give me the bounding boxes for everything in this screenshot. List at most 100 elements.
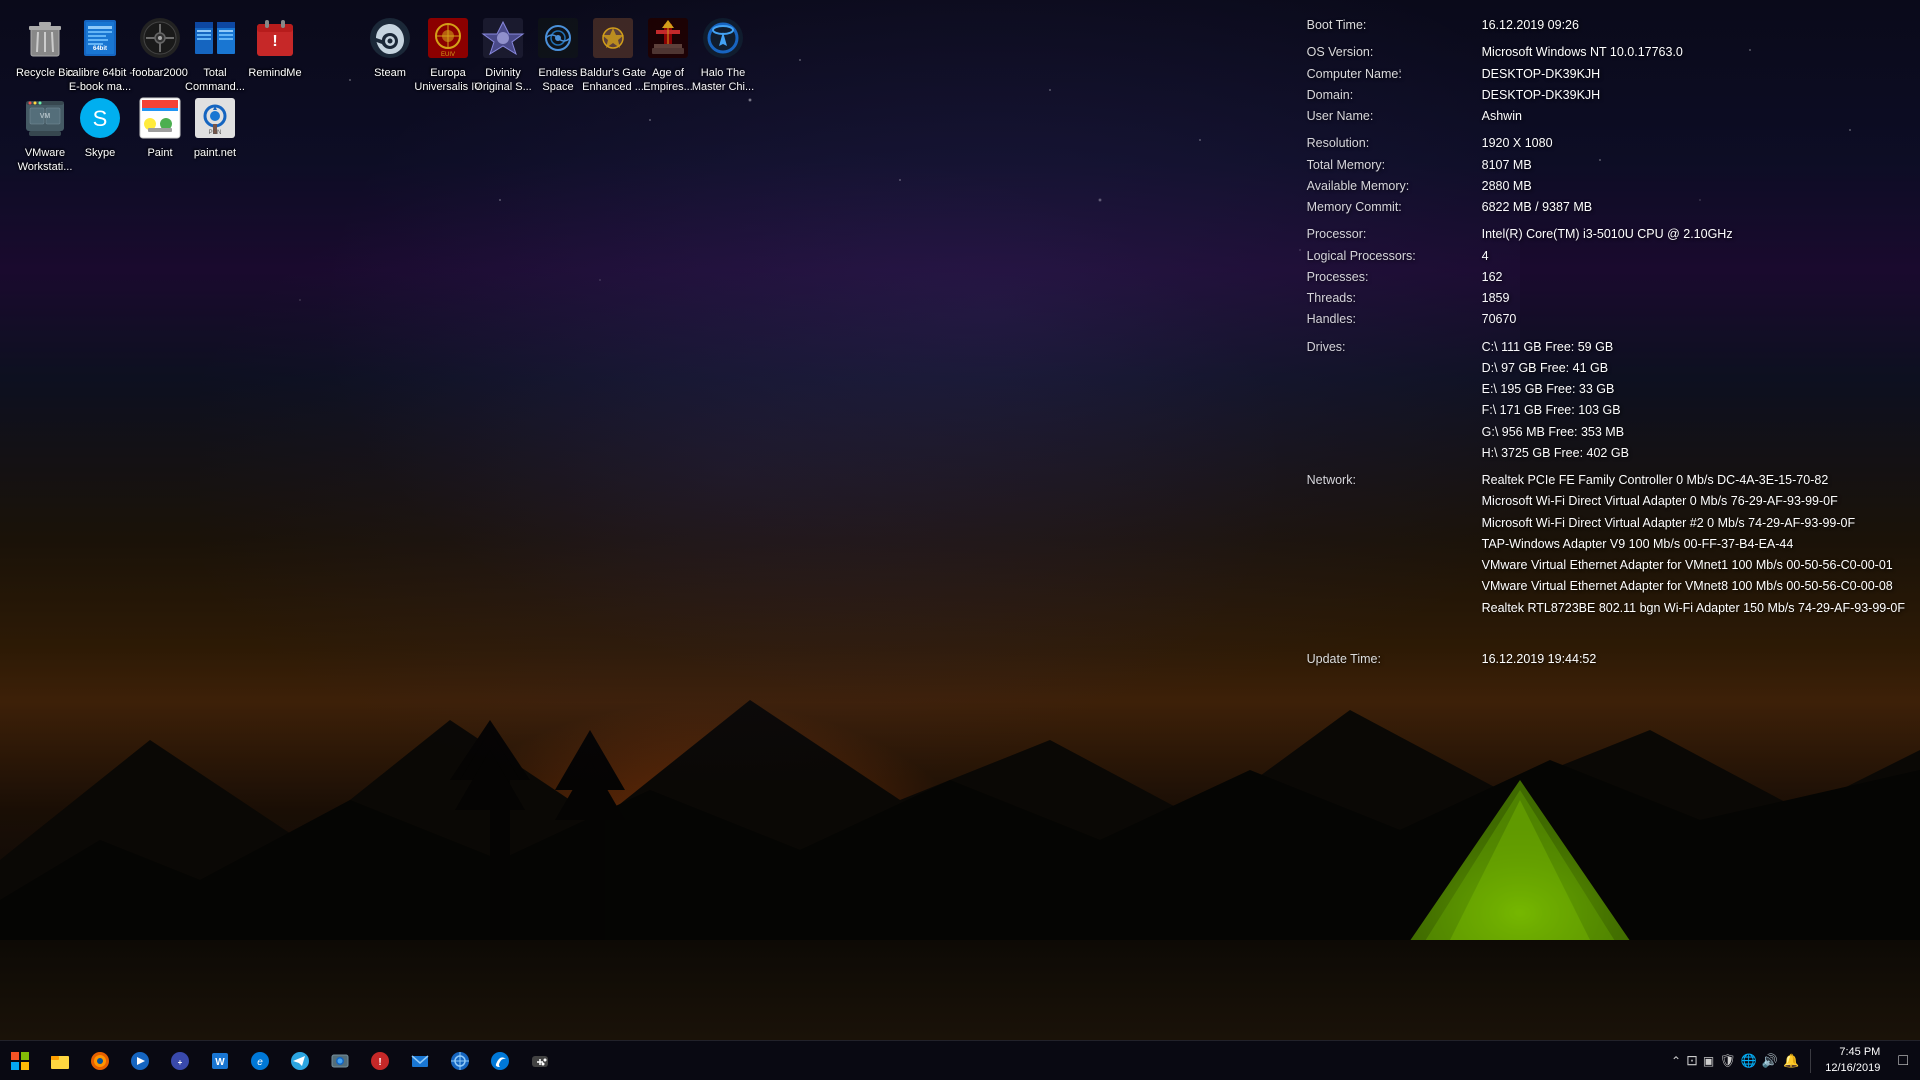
taskbar-game[interactable] [520,1041,560,1080]
taskbar-edge[interactable]: e [240,1041,280,1080]
svg-text:PDN: PDN [209,130,222,136]
net-adapter-4: VMware Virtual Ethernet Adapter for VMne… [1482,555,1905,576]
net-adapter-3: TAP-Windows Adapter V9 100 Mb/s 00-FF-37… [1482,534,1905,555]
taskbar: + W e [0,1040,1920,1080]
tray-security-icon[interactable]: 🛡 [1719,1053,1736,1069]
network-values: Realtek PCIe FE Family Controller 0 Mb/s… [1482,470,1905,619]
taskbar-app4[interactable]: + [160,1041,200,1080]
taskbar-word[interactable]: W [200,1041,240,1080]
remindme-icon: ! [251,14,299,62]
drive-d: D:\ 97 GB Free: 41 GB [1482,358,1629,379]
computer-name-val: DESKTOP-DK39KJH [1482,64,1601,85]
sysinfo-update: Update Time: 16.12.2019 19:44:52 [1307,649,1905,670]
halo-icon-item[interactable]: Halo The Master Chi... [683,10,763,99]
taskbar-firefox[interactable] [80,1041,120,1080]
drive-c: C:\ 111 GB Free: 59 GB [1482,337,1629,358]
net-adapter-0: Realtek PCIe FE Family Controller 0 Mb/s… [1482,470,1905,491]
start-button[interactable] [0,1041,40,1080]
steam-icon [366,14,414,62]
logical-proc-val: 4 [1482,246,1489,267]
drive-h: H:\ 3725 GB Free: 402 GB [1482,443,1629,464]
net-adapter-1: Microsoft Wi-Fi Direct Virtual Adapter 0… [1482,491,1905,512]
logical-proc-key: Logical Processors: [1307,246,1482,267]
taskbar-clock[interactable]: 7:45 PM 12/16/2019 [1817,1045,1888,1076]
user-name-key: User Name: [1307,106,1482,127]
taskbar-file-explorer[interactable] [40,1041,80,1080]
tray-vm-icon[interactable]: ▣ [1703,1054,1714,1068]
network-key: Network: [1307,470,1482,491]
tray-icons: ⌃ ⊡ ▣ 🛡 🌐 🔊 🔔 [1666,1052,1804,1069]
drive-f: F:\ 171 GB Free: 103 GB [1482,400,1629,421]
handles-key: Handles: [1307,309,1482,330]
halo-label: Halo The Master Chi... [687,66,759,95]
os-version-val: Microsoft Windows NT 10.0.17763.0 [1482,42,1683,63]
tent-silhouette [1370,770,1670,990]
horizon-glow [400,700,1000,900]
processes-val: 162 [1482,267,1503,288]
svg-text:!: ! [272,33,277,50]
drive-g: G:\ 956 MB Free: 353 MB [1482,422,1629,443]
calibre-icon: 64bit [76,14,124,62]
sysinfo-cpu: Processor: Intel(R) Core(TM) i3-5010U CP… [1307,224,1905,330]
update-time-key: Update Time: [1307,649,1482,670]
boot-time-key: Boot Time: [1307,15,1482,36]
svg-text:e: e [257,1057,263,1068]
clock-date: 12/16/2019 [1825,1061,1880,1076]
svg-text:W: W [215,1057,225,1068]
threads-key: Threads: [1307,288,1482,309]
sysinfo-drives: Drives: C:\ 111 GB Free: 59 GB D:\ 97 GB… [1307,337,1905,465]
user-name-val: Ashwin [1482,106,1522,127]
computer-name-key: Computer Name: [1307,64,1482,85]
handles-val: 70670 [1482,309,1517,330]
skype-icon: S [76,94,124,142]
taskbar-screenshot[interactable] [320,1041,360,1080]
net-adapter-5: VMware Virtual Ethernet Adapter for VMne… [1482,576,1905,597]
processor-val: Intel(R) Core(TM) i3-5010U CPU @ 2.10GHz [1482,224,1733,245]
taskbar-media[interactable] [120,1041,160,1080]
tray-notification-icon[interactable]: 🔔 [1783,1053,1799,1069]
taskbar-pinned-apps: + W e [40,1041,560,1080]
paintnet-icon: PDN [191,94,239,142]
sysinfo-os: OS Version: Microsoft Windows NT 10.0.17… [1307,42,1905,127]
tray-divider [1810,1049,1811,1073]
net-adapter-2: Microsoft Wi-Fi Direct Virtual Adapter #… [1482,513,1905,534]
svg-text:!: ! [378,1057,381,1068]
taskbar-browser2[interactable] [440,1041,480,1080]
taskbar-antivirus[interactable]: ! [360,1041,400,1080]
mem-commit-key: Memory Commit: [1307,197,1482,218]
clock-time: 7:45 PM [1825,1045,1880,1060]
svg-text:+: + [178,1058,183,1067]
taskbar-email[interactable] [400,1041,440,1080]
drive-e: E:\ 195 GB Free: 33 GB [1482,379,1629,400]
avail-memory-val: 2880 MB [1482,176,1532,197]
total-memory-val: 8107 MB [1482,155,1532,176]
taskbar-telegram[interactable] [280,1041,320,1080]
svg-text:64bit: 64bit [93,46,107,52]
tray-volume-icon[interactable]: 🔊 [1762,1053,1778,1069]
boot-time-val: 16.12.2019 09:26 [1482,15,1579,36]
threads-val: 1859 [1482,288,1510,309]
paint-label: Paint [147,146,172,160]
sysinfo-network: Network: Realtek PCIe FE Family Controll… [1307,470,1905,619]
sysinfo-hw: Resolution: 1920 X 1080 Total Memory: 81… [1307,133,1905,218]
tray-taskview-icon[interactable]: ⊡ [1686,1052,1698,1069]
desktop: Recycle Bin 64bit calibre 64bit - E-book… [0,0,1920,1080]
remindme-label: RemindMe [248,66,301,80]
domain-val: DESKTOP-DK39KJH [1482,85,1601,106]
tray-expand-icon[interactable]: ⌃ [1671,1054,1681,1068]
taskbar-system-tray: ⌃ ⊡ ▣ 🛡 🌐 🔊 🔔 7:45 PM 12/16/2019 □ [1666,1045,1920,1076]
processes-key: Processes: [1307,267,1482,288]
total-memory-key: Total Memory: [1307,155,1482,176]
processor-key: Processor: [1307,224,1482,245]
tray-network-icon[interactable]: 🌐 [1741,1053,1757,1069]
skype-label: Skype [85,146,116,160]
svg-text:S: S [93,106,108,131]
remindme-icon-item[interactable]: ! RemindMe [235,10,315,84]
domain-key: Domain: [1307,85,1482,106]
tray-action-center[interactable]: □ [1894,1052,1912,1070]
drives-key: Drives: [1307,337,1482,358]
paintnet-icon-item[interactable]: PDN paint.net [175,90,255,164]
net-adapter-6: Realtek RTL8723BE 802.11 bgn Wi-Fi Adapt… [1482,598,1905,619]
paintnet-label: paint.net [194,146,236,160]
taskbar-edge2[interactable] [480,1041,520,1080]
